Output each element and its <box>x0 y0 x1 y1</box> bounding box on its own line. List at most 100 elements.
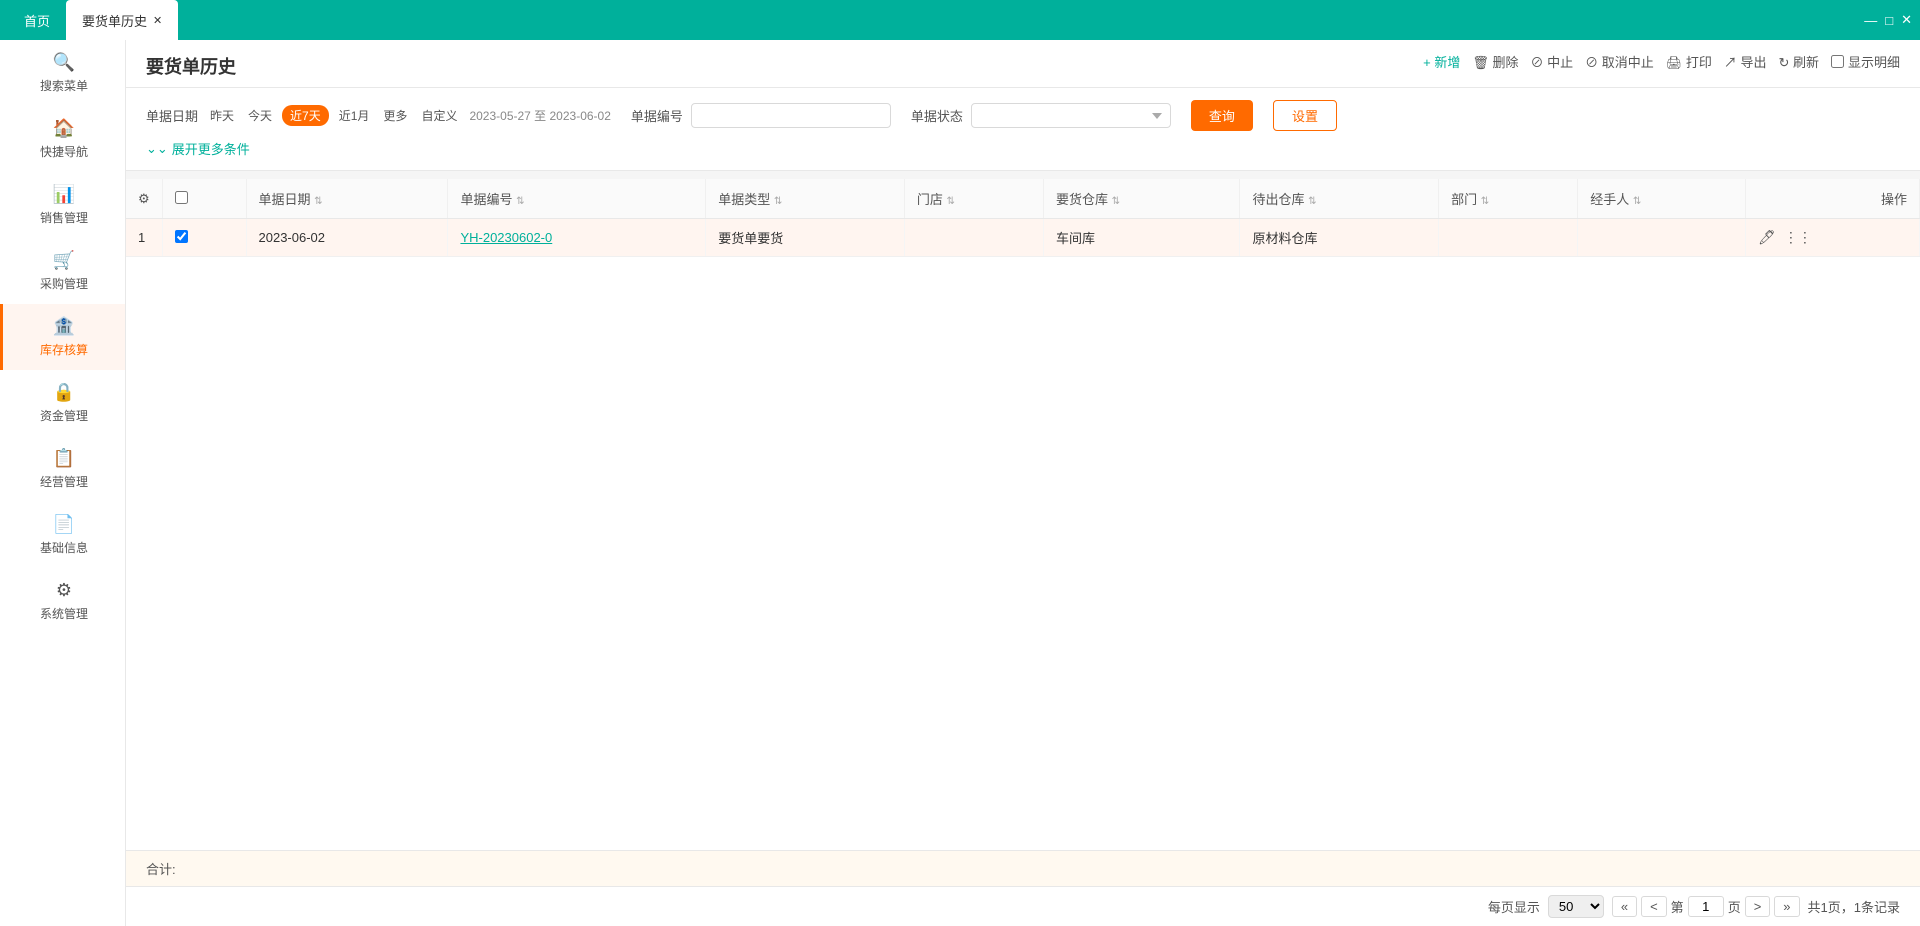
row-pend-warehouse: 原材料仓库 <box>1240 219 1439 257</box>
select-all-checkbox[interactable] <box>175 191 188 204</box>
col-store[interactable]: 门店 ⇅ <box>904 179 1043 219</box>
col-req-warehouse[interactable]: 要货仓库 ⇅ <box>1043 179 1239 219</box>
sidebar-item-inventory[interactable]: 🏦 库存核算 <box>0 304 125 370</box>
page-prev-btn[interactable]: < <box>1641 896 1667 917</box>
table-container: ⚙ 单据日期 ⇅ 单据编号 ⇅ 单据类型 ⇅ 门店 ⇅ 要货仓库 ⇅ 待出仓库 … <box>126 179 1920 850</box>
query-button[interactable]: 查询 <box>1191 100 1253 131</box>
doc-number-label: 单据编号 <box>631 106 683 125</box>
row-checkbox[interactable] <box>162 219 246 257</box>
shortcut-custom[interactable]: 自定义 <box>417 105 461 126</box>
sidebar-item-label-search: 搜索菜单 <box>40 77 88 94</box>
sort-date-icon: ⇅ <box>314 196 322 207</box>
refresh-button[interactable]: ↻ 刷新 <box>1778 52 1819 71</box>
sort-handler-icon: ⇅ <box>1633 196 1641 207</box>
sidebar-item-label-basic: 基础信息 <box>40 539 88 556</box>
sidebar-item-quick-nav[interactable]: 🏠 快捷导航 <box>0 106 125 172</box>
page-input[interactable] <box>1688 896 1724 917</box>
tab-home[interactable]: 首页 <box>8 0 66 40</box>
delete-button[interactable]: 🗑 删除 <box>1472 52 1518 71</box>
row-select-checkbox[interactable] <box>175 230 188 243</box>
tab-requisition-history[interactable]: 要货单历史 ✕ <box>66 0 178 40</box>
col-pend-warehouse[interactable]: 待出仓库 ⇅ <box>1240 179 1439 219</box>
top-bar: 首页 要货单历史 ✕ — □ ✕ <box>0 0 1920 40</box>
expand-more-icon: ⌄⌄ <box>146 141 168 157</box>
quick-nav-icon: 🏠 <box>53 118 75 139</box>
pagination-bar: 每页显示 50 10 20 100 « < 第 页 > » 共1页，1条记录 <box>126 886 1920 926</box>
doc-number-input[interactable] <box>691 103 891 128</box>
page-nav: « < 第 页 > » <box>1612 896 1800 917</box>
tab-home-label: 首页 <box>24 11 50 30</box>
sidebar-item-purchase-mgmt[interactable]: 🛒 采购管理 <box>0 238 125 304</box>
sidebar-item-sales-mgmt[interactable]: 📊 销售管理 <box>0 172 125 238</box>
tab-close-icon[interactable]: ✕ <box>153 14 162 27</box>
window-maximize[interactable]: □ <box>1885 13 1893 28</box>
col-checkbox <box>162 179 246 219</box>
shortcut-today[interactable]: 今天 <box>244 105 276 126</box>
window-close[interactable]: ✕ <box>1901 12 1912 28</box>
shortcut-7days[interactable]: 近7天 <box>282 105 329 126</box>
sort-pend-warehouse-icon: ⇅ <box>1308 196 1316 207</box>
page-actions: + 新增 🗑 删除 ⊘ 中止 ⊘ 取消中止 🖨 打印 ↗ 导出 ↻ 刷新 显示明… <box>1423 52 1900 79</box>
row-req-warehouse: 车间库 <box>1043 219 1239 257</box>
date-range-value: 2023-05-27 至 2023-06-02 <box>469 107 610 124</box>
col-date[interactable]: 单据日期 ⇅ <box>246 179 448 219</box>
per-page-label: 每页显示 <box>1488 897 1540 916</box>
col-settings[interactable]: ⚙ <box>126 179 162 219</box>
col-type[interactable]: 单据类型 ⇅ <box>706 179 905 219</box>
top-tabs: 首页 要货单历史 ✕ <box>8 0 1864 40</box>
stop-button[interactable]: ⊘ 中止 <box>1530 52 1573 71</box>
sort-type-icon: ⇅ <box>774 196 782 207</box>
page-last-btn[interactable]: » <box>1774 896 1799 917</box>
status-filter-group: 单据状态 <box>911 103 1171 128</box>
row-edit-icon[interactable]: 🖊 <box>1758 229 1776 246</box>
sidebar-item-label-inventory: 库存核算 <box>40 341 88 358</box>
sort-req-warehouse-icon: ⇅ <box>1112 196 1120 207</box>
new-button[interactable]: + 新增 <box>1423 52 1460 71</box>
col-actions: 操作 <box>1746 179 1920 219</box>
expand-more-text: 展开更多条件 <box>172 139 250 158</box>
per-page-select[interactable]: 50 10 20 100 <box>1548 895 1604 918</box>
footer-label: 合计: <box>146 862 176 877</box>
main-layout: 🔍 搜索菜单 🏠 快捷导航 📊 销售管理 🛒 采购管理 🏦 库存核算 🔒 资金管… <box>0 40 1920 926</box>
sidebar-item-basic-info[interactable]: 📄 基础信息 <box>0 502 125 568</box>
print-button[interactable]: 🖨 打印 <box>1666 52 1712 71</box>
sidebar-item-sys-mgmt[interactable]: ⚙ 系统管理 <box>0 568 125 634</box>
col-handler[interactable]: 经手人 ⇅ <box>1578 179 1746 219</box>
col-number[interactable]: 单据编号 ⇅ <box>448 179 706 219</box>
row-actions: 🖊 ⋮⋮ <box>1746 219 1920 257</box>
sidebar-item-fund-mgmt[interactable]: 🔒 资金管理 <box>0 370 125 436</box>
export-button[interactable]: ↗ 导出 <box>1724 52 1767 71</box>
settings-button[interactable]: 设置 <box>1273 100 1337 131</box>
cancel-stop-button[interactable]: ⊘ 取消中止 <box>1585 52 1654 71</box>
page-next-btn[interactable]: > <box>1745 896 1771 917</box>
row-number[interactable]: YH-20230602-0 <box>448 219 706 257</box>
row-action-icons: 🖊 ⋮⋮ <box>1758 229 1907 246</box>
table-footer: 合计: <box>126 850 1920 886</box>
page-first-btn[interactable]: « <box>1612 896 1637 917</box>
sys-icon: ⚙ <box>56 580 72 601</box>
data-table: ⚙ 单据日期 ⇅ 单据编号 ⇅ 单据类型 ⇅ 门店 ⇅ 要货仓库 ⇅ 待出仓库 … <box>126 179 1920 257</box>
row-more-icon[interactable]: ⋮⋮ <box>1784 229 1812 246</box>
date-shortcuts: 昨天 今天 近7天 近1月 更多 自定义 <box>206 105 461 126</box>
sidebar-item-label-ops: 经营管理 <box>40 473 88 490</box>
row-date: 2023-06-02 <box>246 219 448 257</box>
show-detail-text: 显示明细 <box>1848 52 1900 71</box>
date-filter-group: 单据日期 昨天 今天 近7天 近1月 更多 自定义 2023-05-27 至 2… <box>146 105 611 126</box>
sort-dept-icon: ⇅ <box>1481 196 1489 207</box>
window-minimize[interactable]: — <box>1864 13 1877 28</box>
expand-more[interactable]: ⌄⌄ 展开更多条件 <box>146 139 1900 158</box>
status-select[interactable] <box>971 103 1171 128</box>
sidebar: 🔍 搜索菜单 🏠 快捷导航 📊 销售管理 🛒 采购管理 🏦 库存核算 🔒 资金管… <box>0 40 126 926</box>
sidebar-item-label-purchase: 采购管理 <box>40 275 88 292</box>
date-filter-label: 单据日期 <box>146 106 198 125</box>
fund-icon: 🔒 <box>53 382 75 403</box>
sidebar-item-ops-mgmt[interactable]: 📋 经营管理 <box>0 436 125 502</box>
page-title: 要货单历史 <box>146 53 236 79</box>
show-detail-checkbox[interactable] <box>1831 55 1844 68</box>
sidebar-item-search-menu[interactable]: 🔍 搜索菜单 <box>0 40 125 106</box>
shortcut-1month[interactable]: 近1月 <box>335 105 374 126</box>
col-dept[interactable]: 部门 ⇅ <box>1439 179 1578 219</box>
shortcut-more[interactable]: 更多 <box>379 105 411 126</box>
purchase-icon: 🛒 <box>53 250 75 271</box>
shortcut-yesterday[interactable]: 昨天 <box>206 105 238 126</box>
